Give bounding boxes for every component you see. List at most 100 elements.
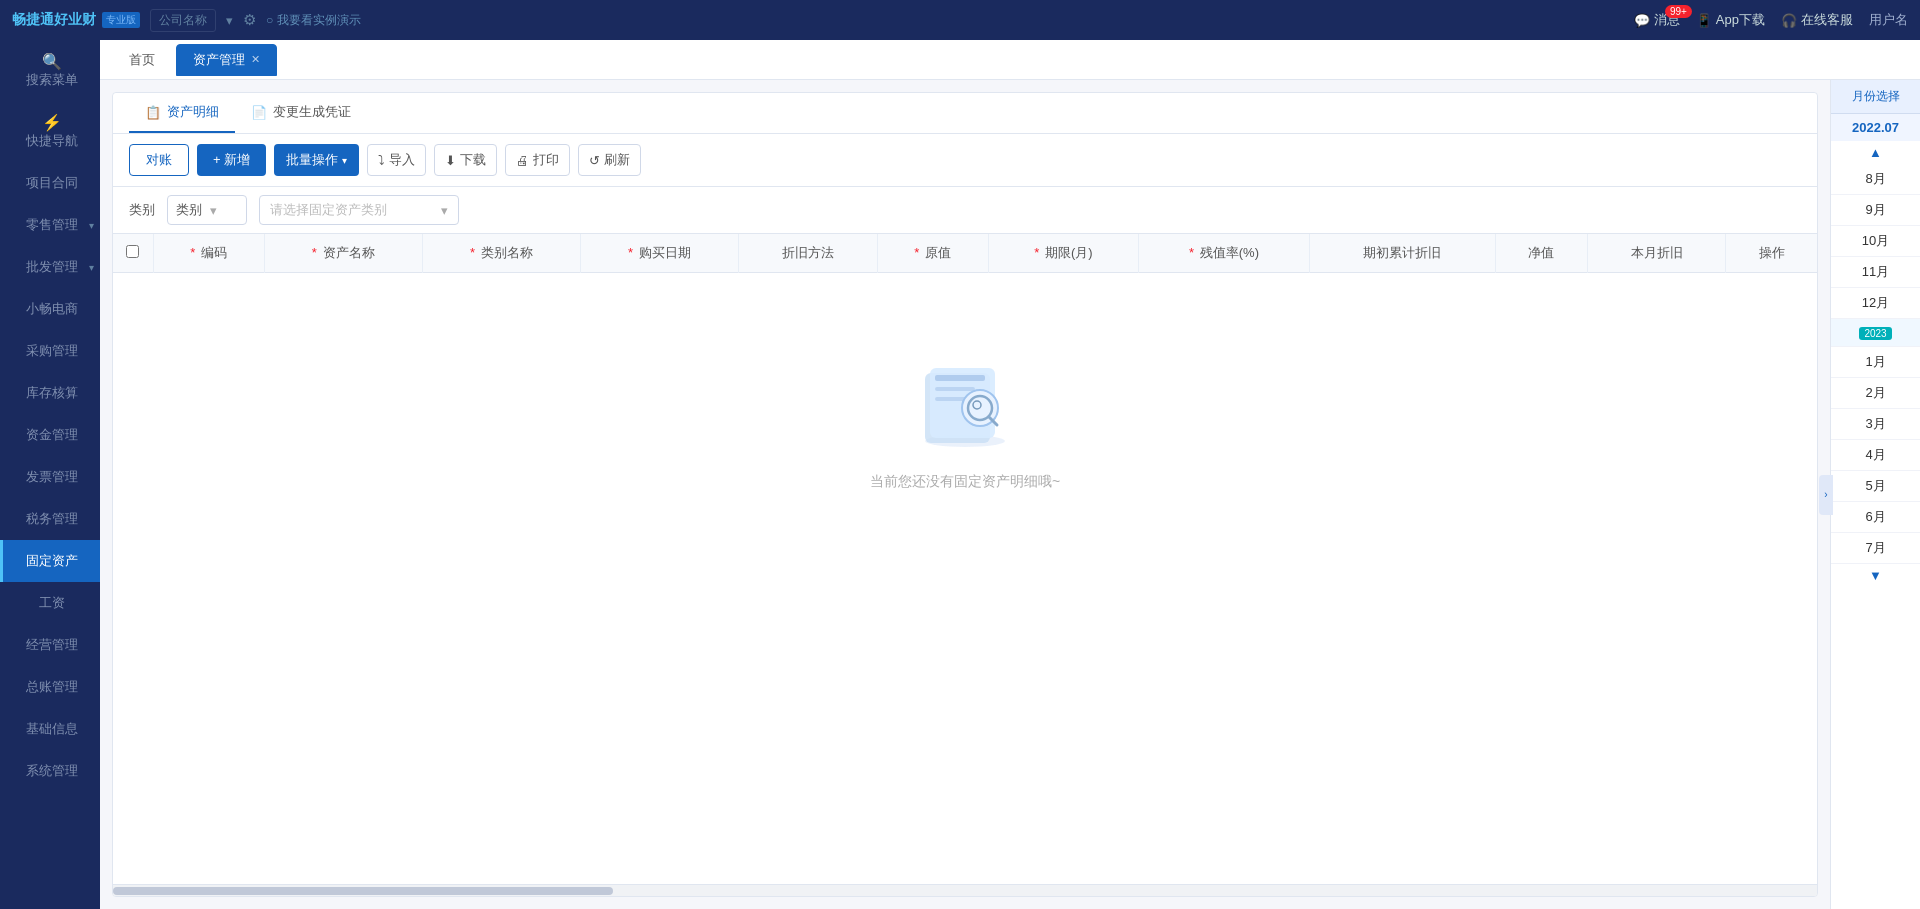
- month-item-sep-2022[interactable]: 9月: [1831, 195, 1920, 226]
- online-service-button[interactable]: 🎧 在线客服: [1781, 11, 1853, 29]
- refresh-icon: ↺: [589, 153, 600, 168]
- month-item-apr-2023[interactable]: 4月: [1831, 440, 1920, 471]
- sidebar-item-salary[interactable]: 工资: [0, 582, 100, 624]
- month-selector-panel: › 月份选择 2022.07 ▲ 8月 9月 10月 11月 12月 2023 …: [1830, 80, 1920, 909]
- month-item-jul-2023[interactable]: 7月: [1831, 533, 1920, 564]
- asset-data-table: * 编码 * 资产名称 * 类别名称: [113, 234, 1817, 273]
- settings-icon[interactable]: ⚙: [243, 11, 256, 29]
- filter-bar: 类别 类别 ▾ 请选择固定资产类别 ▾: [113, 187, 1817, 234]
- col-original-value: * 原值: [877, 234, 988, 273]
- message-badge: 99+: [1665, 5, 1692, 18]
- col-asset-name: * 资产名称: [264, 234, 422, 273]
- lightning-icon: ⚡: [11, 113, 92, 132]
- month-panel-header: 月份选择: [1831, 80, 1920, 114]
- phone-icon: 📱: [1696, 13, 1712, 28]
- month-item-may-2023[interactable]: 5月: [1831, 471, 1920, 502]
- scrollbar-thumb[interactable]: [113, 887, 613, 895]
- month-item-oct-2022[interactable]: 10月: [1831, 226, 1920, 257]
- empty-illustration: [905, 353, 1025, 453]
- list-icon: 📋: [145, 105, 161, 120]
- print-icon: 🖨: [516, 153, 529, 168]
- arrow-icon: ▾: [89, 220, 94, 231]
- month-item-jun-2023[interactable]: 6月: [1831, 502, 1920, 533]
- month-item-aug-2022[interactable]: 8月: [1831, 164, 1920, 195]
- col-purchase-date: * 购买日期: [580, 234, 738, 273]
- import-icon: ⤵: [378, 153, 385, 168]
- sidebar-item-project-contract[interactable]: 项目合同: [0, 162, 100, 204]
- empty-state: 当前您还没有固定资产明细哦~: [113, 273, 1817, 571]
- year-2023-badge: 2023: [1831, 319, 1920, 347]
- category-name-select[interactable]: 请选择固定资产类别 ▾: [259, 195, 459, 225]
- download-button[interactable]: ⬇ 下载: [434, 144, 497, 176]
- sidebar-item-invoice-mgmt[interactable]: 发票管理: [0, 456, 100, 498]
- dropdown-icon[interactable]: ▾: [226, 13, 233, 28]
- select-all-checkbox[interactable]: [126, 245, 139, 258]
- message-button[interactable]: 💬 消息 99+: [1634, 11, 1680, 29]
- print-button[interactable]: 🖨 打印: [505, 144, 570, 176]
- sidebar-item-retail-mgmt[interactable]: 零售管理 ▾: [0, 204, 100, 246]
- sidebar-item-inventory-calc[interactable]: 库存核算: [0, 372, 100, 414]
- month-item-feb-2023[interactable]: 2月: [1831, 378, 1920, 409]
- col-residual-rate: * 残值率(%): [1139, 234, 1310, 273]
- toolbar: 对账 + 新增 批量操作 ▾ ⤵ 导入 ⬇ 下载: [113, 134, 1817, 187]
- sidebar-item-search-menu[interactable]: 🔍 搜索菜单: [0, 40, 100, 101]
- sidebar-item-quick-nav[interactable]: ⚡ 快捷导航: [0, 101, 100, 162]
- main-panel: 📋 资产明细 📄 变更生成凭证 对账 + 新增 批量操作: [100, 80, 1830, 909]
- category-filter-label: 类别: [129, 201, 155, 219]
- tab-home[interactable]: 首页: [112, 44, 172, 76]
- col-category-name: * 类别名称: [422, 234, 580, 273]
- sidebar-item-xiaochang-ecom[interactable]: 小畅电商: [0, 288, 100, 330]
- sidebar-item-basic-info[interactable]: 基础信息: [0, 708, 100, 750]
- scroll-down-button[interactable]: ▼: [1831, 564, 1920, 587]
- sidebar-item-wholesale-mgmt[interactable]: 批发管理 ▾: [0, 246, 100, 288]
- sidebar-item-operations-mgmt[interactable]: 经营管理: [0, 624, 100, 666]
- year-badge: 2023: [1859, 327, 1891, 340]
- asset-table: * 编码 * 资产名称 * 类别名称: [113, 234, 1817, 884]
- demo-icon: ○: [266, 13, 273, 27]
- sidebar-item-fixed-assets[interactable]: 固定资产: [0, 540, 100, 582]
- add-button[interactable]: + 新增: [197, 144, 266, 176]
- document-icon: 📄: [251, 105, 267, 120]
- refresh-button[interactable]: ↺ 刷新: [578, 144, 641, 176]
- app-download-button[interactable]: 📱 App下载: [1696, 11, 1765, 29]
- dropdown-icon: ▾: [210, 203, 217, 218]
- sidebar-item-system-mgmt[interactable]: 系统管理: [0, 750, 100, 792]
- sidebar-item-tax-mgmt[interactable]: 税务管理: [0, 498, 100, 540]
- tab-asset-mgmt[interactable]: 资产管理 ✕: [176, 44, 277, 76]
- demo-link[interactable]: ○ 我要看实例演示: [266, 12, 361, 29]
- edition-badge: 专业版: [102, 12, 140, 28]
- tab-bar: 首页 资产管理 ✕: [100, 40, 1920, 80]
- headset-icon: 🎧: [1781, 13, 1797, 28]
- month-item-jan-2023[interactable]: 1月: [1831, 347, 1920, 378]
- horizontal-scrollbar[interactable]: [113, 884, 1817, 896]
- svg-rect-4: [935, 387, 975, 391]
- sub-panel: 📋 资产明细 📄 变更生成凭证 对账 + 新增 批量操作: [112, 92, 1818, 897]
- subtab-asset-detail[interactable]: 📋 资产明细: [129, 93, 235, 133]
- col-period-cumulative: 期初累计折旧: [1310, 234, 1496, 273]
- company-selector[interactable]: 公司名称: [150, 9, 216, 32]
- sidebar-item-purchase-mgmt[interactable]: 采购管理: [0, 330, 100, 372]
- sidebar-item-fund-mgmt[interactable]: 资金管理: [0, 414, 100, 456]
- month-item-nov-2022[interactable]: 11月: [1831, 257, 1920, 288]
- search-icon: 🔍: [11, 52, 92, 71]
- reconcile-button[interactable]: 对账: [129, 144, 189, 176]
- tab-close-icon[interactable]: ✕: [251, 53, 260, 66]
- subtab-change-voucher[interactable]: 📄 变更生成凭证: [235, 93, 367, 133]
- user-profile[interactable]: 用户名: [1869, 11, 1908, 29]
- batch-button[interactable]: 批量操作 ▾: [274, 144, 359, 176]
- download-icon: ⬇: [445, 153, 456, 168]
- arrow-icon: ▾: [89, 262, 94, 273]
- year-2022-label[interactable]: 2022.07: [1831, 114, 1920, 141]
- col-depreciation-method: 折旧方法: [738, 234, 877, 273]
- month-item-dec-2022[interactable]: 12月: [1831, 288, 1920, 319]
- app-logo: 畅捷通好业财 专业版: [12, 11, 140, 29]
- import-button[interactable]: ⤵ 导入: [367, 144, 426, 176]
- top-bar-right: 💬 消息 99+ 📱 App下载 🎧 在线客服 用户名: [1634, 11, 1908, 29]
- page-content: 📋 资产明细 📄 变更生成凭证 对账 + 新增 批量操作: [100, 80, 1920, 909]
- sidebar-item-general-ledger[interactable]: 总账管理: [0, 666, 100, 708]
- scroll-up-button[interactable]: ▲: [1831, 141, 1920, 164]
- category-type-select[interactable]: 类别 ▾: [167, 195, 247, 225]
- col-period-months: * 期限(月): [988, 234, 1138, 273]
- month-item-mar-2023[interactable]: 3月: [1831, 409, 1920, 440]
- panel-collapse-button[interactable]: ›: [1819, 475, 1833, 515]
